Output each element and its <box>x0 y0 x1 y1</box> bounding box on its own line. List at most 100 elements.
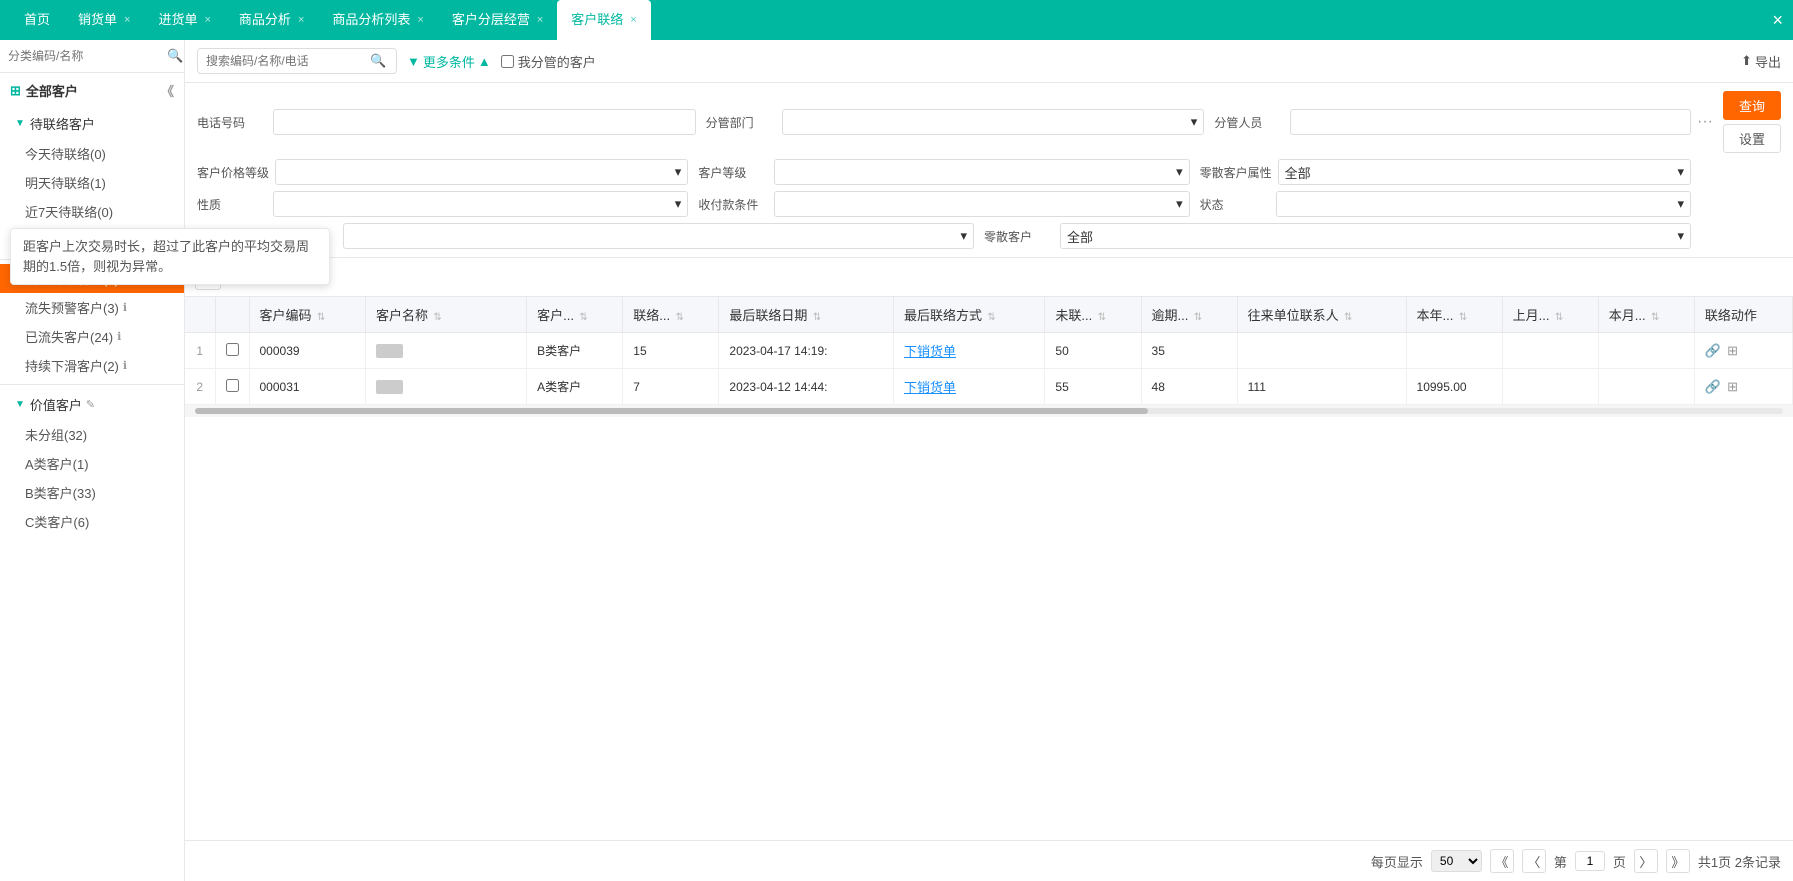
sort-icon-last-date[interactable]: ⇅ <box>813 312 821 323</box>
manager-dots[interactable]: ··· <box>1697 113 1713 131</box>
sidebar-item-tomorrow[interactable]: 明天待联络(1) <box>0 168 184 197</box>
edit-icon[interactable]: ✎ <box>86 398 95 411</box>
prev-page-btn[interactable]: 〈 <box>1522 849 1546 873</box>
last-method-link-1[interactable]: 下销货单 <box>904 344 956 359</box>
nature-select[interactable]: ▾ <box>273 191 688 217</box>
retail-customer-select[interactable]: 全部 ▾ <box>1060 223 1691 249</box>
sidebar-item-b-class[interactable]: B类客户(33) <box>0 478 184 507</box>
nav-product-analysis-label: 商品分析 <box>239 0 291 40</box>
more-conditions-btn[interactable]: ▼ 更多条件 ▲ <box>407 52 491 71</box>
th-contact: 联络... ⇅ <box>623 297 719 333</box>
sort-icon-this-month[interactable]: ⇅ <box>1651 312 1659 323</box>
sidebar-item-declining[interactable]: 持续下滑客户(2) ℹ <box>0 351 184 380</box>
chevron-up-icon: ▲ <box>478 54 491 69</box>
nav-customer-contact[interactable]: 客户联络 × <box>557 0 650 40</box>
sidebar-item-churned[interactable]: 已流失客户(24) ℹ <box>0 322 184 351</box>
nav-sales-close[interactable]: × <box>124 0 130 40</box>
nav-purchase-close[interactable]: × <box>204 0 210 40</box>
export-button[interactable]: ⬆ 导出 <box>1741 52 1781 71</box>
filter-manager: 分管人员 ··· <box>1214 109 1713 135</box>
pending-contact-group[interactable]: ▼ 待联络客户 <box>0 108 184 139</box>
sort-icon-overdue[interactable]: ⇅ <box>1194 312 1202 323</box>
nav-product-analysis-list[interactable]: 商品分析列表 × <box>318 0 437 40</box>
nav-purchase[interactable]: 进货单 × <box>144 0 224 40</box>
price-level-select[interactable]: ▾ <box>275 159 688 185</box>
td-overdue-2: 48 <box>1141 369 1237 405</box>
scrollbar-thumb[interactable] <box>195 408 1148 414</box>
window-close-button[interactable]: × <box>1772 10 1783 31</box>
sidebar-item-ungrouped[interactable]: 未分组(32) <box>0 420 184 449</box>
sort-icon-last-method[interactable]: ⇅ <box>987 312 995 323</box>
sidebar-item-7days[interactable]: 近7天待联络(0) <box>0 197 184 226</box>
manager-label: 分管人员 <box>1214 114 1284 131</box>
main-search-input[interactable] <box>206 54 366 68</box>
nav-customer-segmentation-close[interactable]: × <box>537 0 543 40</box>
row-checkbox-2[interactable] <box>226 379 239 392</box>
phone-input[interactable] <box>273 109 696 135</box>
grid-icon-2[interactable]: ⊞ <box>1727 379 1738 395</box>
sidebar-item-churn-warning[interactable]: 流失预警客户(3) ℹ <box>0 293 184 322</box>
th-code: 客户编码 ⇅ <box>249 297 366 333</box>
customer-level-label: 客户等级 <box>698 164 768 181</box>
search-icon[interactable]: 🔍 <box>370 53 386 69</box>
value-customers-group[interactable]: ▼ 价值客户 ✎ <box>0 389 184 420</box>
td-unreached-1: 50 <box>1045 333 1141 369</box>
nature-label: 性质 <box>197 196 267 213</box>
first-page-btn[interactable]: 《 <box>1490 849 1514 873</box>
last-method-link-2[interactable]: 下销货单 <box>904 380 956 395</box>
td-last-method-1: 下销货单 <box>893 333 1044 369</box>
per-page-select[interactable]: 50 20 100 <box>1431 850 1482 872</box>
sort-icon-last-month[interactable]: ⇅ <box>1555 312 1563 323</box>
nav-home[interactable]: 首页 <box>10 0 64 40</box>
grid-icon-1[interactable]: ⊞ <box>1727 343 1738 359</box>
chevron-down-icon-9: ▾ <box>1677 228 1684 244</box>
next-page-btn[interactable]: 〉 <box>1634 849 1658 873</box>
customer-level-select[interactable]: ▾ <box>774 159 1189 185</box>
td-contact-1: 15 <box>623 333 719 369</box>
td-checkbox-2 <box>215 369 249 405</box>
link-icon-2[interactable]: 🔗 <box>1705 379 1721 395</box>
nav-product-analysis[interactable]: 商品分析 × <box>225 0 318 40</box>
payment-select[interactable]: ▾ <box>774 191 1189 217</box>
settings-button[interactable]: 设置 <box>1723 124 1781 153</box>
sort-icon-unreached[interactable]: ⇅ <box>1098 312 1106 323</box>
td-last-date-2: 2023-04-12 14:44: <box>719 369 894 405</box>
horizontal-scrollbar[interactable] <box>185 405 1793 417</box>
department-select[interactable]: ▾ <box>782 109 1205 135</box>
sort-icon-code[interactable]: ⇅ <box>317 312 325 323</box>
nav-product-analysis-list-close[interactable]: × <box>417 0 423 40</box>
more-conditions-label: 更多条件 <box>423 52 475 71</box>
row-checkbox-1[interactable] <box>226 343 239 356</box>
sidebar-item-a-class[interactable]: A类客户(1) <box>0 449 184 478</box>
sort-icon-name[interactable]: ⇅ <box>433 312 441 323</box>
retail-attr-select[interactable]: 全部 ▾ <box>1278 159 1691 185</box>
prev-page-icon: 〈 <box>1527 852 1540 871</box>
nav-product-analysis-close[interactable]: × <box>298 0 304 40</box>
sidebar-search-icon[interactable]: 🔍 <box>167 48 183 64</box>
all-customers-title[interactable]: ⊞ 全部客户 《 <box>0 73 184 108</box>
td-this-year-1 <box>1406 333 1502 369</box>
page-input[interactable] <box>1575 851 1605 871</box>
sidebar-item-c-class[interactable]: C类客户(6) <box>0 507 184 536</box>
customer-type-select[interactable]: ▾ <box>343 223 974 249</box>
sort-icon-contact[interactable]: ⇅ <box>675 312 683 323</box>
sort-icon-type[interactable]: ⇅ <box>579 312 587 323</box>
status-select[interactable]: ▾ <box>1276 191 1691 217</box>
retail-attr-label: 零散客户属性 <box>1200 164 1272 181</box>
collapse-icon[interactable]: 《 <box>161 81 174 100</box>
link-icon-1[interactable]: 🔗 <box>1705 343 1721 359</box>
nav-sales[interactable]: 销货单 × <box>64 0 144 40</box>
sidebar-search-input[interactable] <box>8 49 163 63</box>
page-label-post: 页 <box>1613 852 1626 871</box>
query-button[interactable]: 查询 <box>1723 91 1781 120</box>
manager-input[interactable] <box>1290 109 1691 135</box>
sidebar-item-today[interactable]: 今天待联络(0) <box>0 139 184 168</box>
my-customers-checkbox[interactable] <box>501 55 514 68</box>
last-page-btn[interactable]: 》 <box>1666 849 1690 873</box>
nav-customer-segmentation[interactable]: 客户分层经营 × <box>438 0 557 40</box>
nav-customer-contact-close[interactable]: × <box>630 0 636 40</box>
sort-icon-this-year[interactable]: ⇅ <box>1459 312 1467 323</box>
table-toolbar: ⚙ <box>185 258 1793 297</box>
sort-icon-unit[interactable]: ⇅ <box>1344 312 1352 323</box>
scrollbar-track <box>195 408 1783 414</box>
